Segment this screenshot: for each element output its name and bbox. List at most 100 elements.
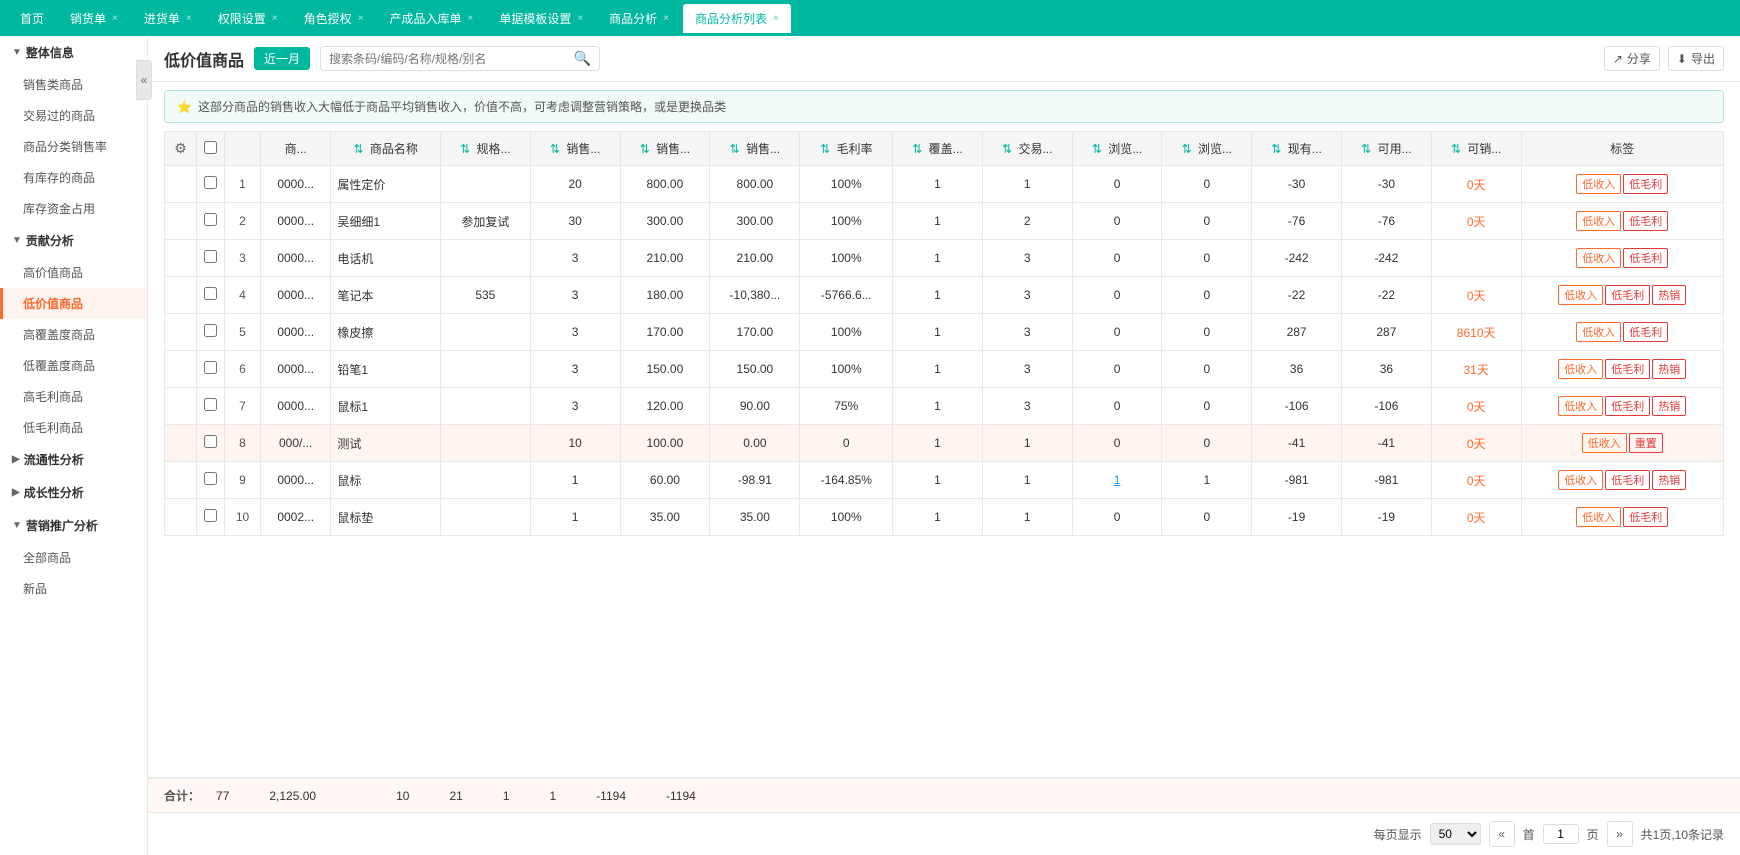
sidebar-item-low-value[interactable]: 低价值商品 (0, 288, 147, 319)
cell-checkbox[interactable] (197, 277, 225, 314)
cell-code: 0002... (261, 499, 331, 536)
table-row: 9 0000... 鼠标 1 60.00 -98.91 -164.85% 1 1… (165, 462, 1724, 499)
cell-sellable: 31天 (1431, 351, 1521, 388)
sort-icon[interactable]: ⇅ (353, 142, 363, 156)
cell-stock2: -30 (1341, 166, 1431, 203)
nav-purchase[interactable]: 进货单 × (132, 4, 204, 33)
browse-link[interactable]: 1 (1114, 473, 1121, 487)
nav-close-analysis-list[interactable]: × (773, 13, 779, 24)
cell-checkbox[interactable] (197, 462, 225, 499)
nav-sales[interactable]: 销货单 × (58, 4, 130, 33)
sort-icon-7[interactable]: ⇅ (912, 142, 922, 156)
cell-stock1: -106 (1252, 388, 1342, 425)
share-btn[interactable]: ↗ 分享 (1604, 46, 1660, 71)
page-number-input[interactable]: 1 (1543, 824, 1579, 844)
col-checkbox-all[interactable] (197, 132, 225, 166)
row-checkbox[interactable] (204, 435, 217, 448)
search-icon[interactable]: 🔍 (574, 50, 591, 67)
cell-checkbox[interactable] (197, 351, 225, 388)
row-checkbox[interactable] (204, 287, 217, 300)
nav-close-role[interactable]: × (358, 13, 364, 24)
cell-tags: 低收入低毛利热销 (1521, 388, 1723, 425)
sidebar-item-new-products[interactable]: 新品 (0, 573, 147, 604)
nav-role[interactable]: 角色授权 × (292, 4, 376, 33)
sort-icon-3[interactable]: ⇅ (550, 142, 560, 156)
cell-stock2: -242 (1341, 240, 1431, 277)
cell-checkbox[interactable] (197, 499, 225, 536)
row-checkbox[interactable] (204, 213, 217, 226)
sidebar-item-high-margin[interactable]: 高毛利商品 (0, 381, 147, 412)
cell-col2: 800.00 (620, 166, 710, 203)
nav-close-template[interactable]: × (577, 13, 583, 24)
cell-checkbox[interactable] (197, 240, 225, 277)
sort-icon-6[interactable]: ⇅ (820, 142, 830, 156)
sort-icon-9[interactable]: ⇅ (1092, 142, 1102, 156)
cell-coverage: 1 (893, 462, 983, 499)
tag-label: 低毛利 (1623, 174, 1668, 194)
nav-analysis-list[interactable]: 商品分析列表 × (683, 4, 791, 33)
sidebar-item-sales-products[interactable]: 销售类商品 (0, 69, 147, 100)
row-checkbox[interactable] (204, 324, 217, 337)
cell-checkbox[interactable] (197, 203, 225, 240)
sidebar-item-low-margin[interactable]: 低毛利商品 (0, 412, 147, 443)
sidebar-item-high-value[interactable]: 高价值商品 (0, 257, 147, 288)
settings-icon[interactable]: ⚙ (174, 140, 187, 156)
row-checkbox[interactable] (204, 176, 217, 189)
sidebar-item-traded-products[interactable]: 交易过的商品 (0, 100, 147, 131)
nav-close-analysis[interactable]: × (663, 13, 669, 24)
nav-analysis[interactable]: 商品分析 × (597, 4, 681, 33)
sidebar-item-low-coverage[interactable]: 低覆盖度商品 (0, 350, 147, 381)
search-input[interactable] (329, 52, 570, 66)
cell-checkbox[interactable] (197, 425, 225, 462)
per-page-select[interactable]: 50 100 200 (1430, 823, 1481, 845)
sort-icon-5[interactable]: ⇅ (730, 142, 740, 156)
nav-home[interactable]: 首页 (8, 4, 56, 33)
nav-inventory[interactable]: 产成品入库单 × (377, 4, 485, 33)
col-spec: ⇅ 规格... (440, 132, 530, 166)
sort-icon-11[interactable]: ⇅ (1271, 142, 1281, 156)
cell-checkbox[interactable] (197, 314, 225, 351)
nav-close-inventory[interactable]: × (467, 13, 473, 24)
row-checkbox[interactable] (204, 250, 217, 263)
nav-close-sales[interactable]: × (112, 13, 118, 24)
nav-close-purchase[interactable]: × (186, 13, 192, 24)
sort-icon-10[interactable]: ⇅ (1182, 142, 1192, 156)
cell-checkbox[interactable] (197, 388, 225, 425)
first-page-btn[interactable]: « (1489, 821, 1515, 847)
row-checkbox[interactable] (204, 398, 217, 411)
cell-stock2: -76 (1341, 203, 1431, 240)
date-filter-btn[interactable]: 近一月 (254, 47, 310, 70)
sidebar-section-growth[interactable]: ▶ 成长性分析 (0, 476, 147, 509)
sidebar-item-all-products[interactable]: 全部商品 (0, 542, 147, 573)
sidebar-item-category-rate[interactable]: 商品分类销售率 (0, 131, 147, 162)
cell-col3: 0.00 (710, 425, 800, 462)
sidebar-section-contribution[interactable]: ▼ 贡献分析 (0, 224, 147, 257)
table-row: 10 0002... 鼠标垫 1 35.00 35.00 100% 1 1 0 … (165, 499, 1724, 536)
cell-col1: 3 (530, 314, 620, 351)
nav-close-permission[interactable]: × (272, 13, 278, 24)
sort-icon-13[interactable]: ⇅ (1451, 142, 1461, 156)
cell-trades: 1 (982, 499, 1072, 536)
export-btn[interactable]: ⬇ 导出 (1668, 46, 1724, 71)
cell-checkbox[interactable] (197, 166, 225, 203)
sort-icon-4[interactable]: ⇅ (640, 142, 650, 156)
nav-permission[interactable]: 权限设置 × (206, 4, 290, 33)
row-checkbox[interactable] (204, 509, 217, 522)
row-checkbox[interactable] (204, 472, 217, 485)
col-settings[interactable]: ⚙ (165, 132, 197, 166)
sidebar-item-high-coverage[interactable]: 高覆盖度商品 (0, 319, 147, 350)
next-page-btn[interactable]: » (1607, 821, 1633, 847)
checkbox-all[interactable] (204, 141, 217, 154)
sidebar-section-marketing[interactable]: ▼ 营销推广分析 (0, 509, 147, 542)
sort-icon-2[interactable]: ⇅ (460, 142, 470, 156)
sidebar-collapse-btn[interactable]: « (136, 60, 152, 100)
nav-template[interactable]: 单据模板设置 × (487, 4, 595, 33)
sidebar-section-flow[interactable]: ▶ 流通性分析 (0, 443, 147, 476)
row-checkbox[interactable] (204, 361, 217, 374)
sidebar-item-stock-products[interactable]: 有库存的商品 (0, 162, 147, 193)
sort-icon-12[interactable]: ⇅ (1361, 142, 1371, 156)
sidebar-section-overview[interactable]: ▼ 整体信息 (0, 36, 147, 69)
sidebar-item-stock-fund[interactable]: 库存资金占用 (0, 193, 147, 224)
sort-icon-8[interactable]: ⇅ (1002, 142, 1012, 156)
page-title: 低价值商品 (164, 47, 244, 71)
